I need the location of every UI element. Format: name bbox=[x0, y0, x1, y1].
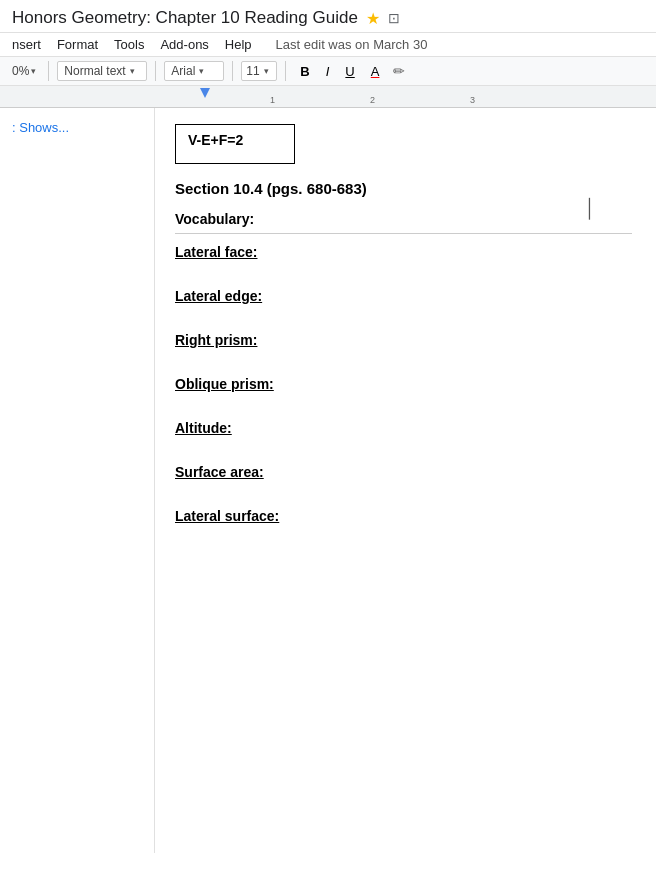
font-chevron-icon: ▾ bbox=[199, 66, 204, 76]
vocab-item-2: Right prism: bbox=[175, 332, 632, 348]
font-value: Arial bbox=[171, 64, 195, 78]
title-bar: Honors Geometry: Chapter 10 Reading Guid… bbox=[0, 0, 656, 33]
italic-button[interactable]: I bbox=[320, 62, 336, 81]
formula-text: V-E+F=2 bbox=[188, 132, 243, 148]
folder-icon[interactable]: ⊡ bbox=[388, 10, 400, 26]
section-header: Section 10.4 (pgs. 680-683) bbox=[175, 180, 632, 197]
document-title: Honors Geometry: Chapter 10 Reading Guid… bbox=[12, 8, 358, 28]
menu-item-format[interactable]: Format bbox=[57, 37, 98, 52]
doc-area: : Shows... V-E+F=2 Section 10.4 (pgs. 68… bbox=[0, 108, 656, 853]
section-divider bbox=[175, 233, 632, 234]
zoom-value: 0% bbox=[12, 64, 29, 78]
size-select[interactable]: 11 ▾ bbox=[241, 61, 277, 81]
sidebar-shows-link[interactable]: : Shows... bbox=[0, 116, 154, 139]
separator-4 bbox=[285, 61, 286, 81]
ruler-tick-1: 1 bbox=[270, 95, 275, 105]
ruler-marker[interactable] bbox=[200, 88, 210, 98]
vocab-item-0: Lateral face: bbox=[175, 244, 632, 260]
underline-button[interactable]: U bbox=[339, 62, 360, 81]
vocab-label: Vocabulary: bbox=[175, 211, 632, 227]
style-select[interactable]: Normal text ▾ bbox=[57, 61, 147, 81]
separator-1 bbox=[48, 61, 49, 81]
font-select[interactable]: Arial ▾ bbox=[164, 61, 224, 81]
toolbar: 0% ▾ Normal text ▾ Arial ▾ 11 ▾ B I U A … bbox=[0, 57, 656, 86]
separator-3 bbox=[232, 61, 233, 81]
last-edit-label: Last edit was on March 30 bbox=[276, 37, 428, 52]
bold-button[interactable]: B bbox=[294, 62, 315, 81]
sidebar: : Shows... bbox=[0, 108, 155, 853]
vocab-item-5: Surface area: bbox=[175, 464, 632, 480]
menu-item-addons[interactable]: Add-ons bbox=[160, 37, 208, 52]
separator-2 bbox=[155, 61, 156, 81]
ruler: 1 2 3 bbox=[0, 86, 656, 108]
ruler-tick-3: 3 bbox=[470, 95, 475, 105]
style-chevron-icon: ▾ bbox=[130, 66, 135, 76]
vocab-item-4: Altitude: bbox=[175, 420, 632, 436]
star-icon[interactable]: ★ bbox=[366, 9, 380, 28]
vocab-item-3: Oblique prism: bbox=[175, 376, 632, 392]
menu-item-help[interactable]: Help bbox=[225, 37, 252, 52]
formula-box: V-E+F=2 bbox=[175, 124, 295, 164]
menu-item-insert[interactable]: nsert bbox=[12, 37, 41, 52]
zoom-select[interactable]: 0% ▾ bbox=[8, 62, 40, 80]
style-value: Normal text bbox=[64, 64, 125, 78]
size-value: 11 bbox=[246, 64, 259, 78]
paint-format-button[interactable]: ✏ bbox=[389, 61, 409, 81]
menu-bar: nsert Format Tools Add-ons Help Last edi… bbox=[0, 33, 656, 57]
vocab-item-1: Lateral edge: bbox=[175, 288, 632, 304]
ruler-tick-2: 2 bbox=[370, 95, 375, 105]
doc-content[interactable]: V-E+F=2 Section 10.4 (pgs. 680-683) Voca… bbox=[155, 108, 656, 853]
ruler-content: 1 2 3 bbox=[155, 86, 656, 107]
font-color-button[interactable]: A bbox=[365, 62, 386, 81]
vocab-item-6: Lateral surface: bbox=[175, 508, 632, 524]
text-cursor-icon: │ bbox=[585, 198, 596, 219]
menu-item-tools[interactable]: Tools bbox=[114, 37, 144, 52]
zoom-group: 0% ▾ bbox=[8, 62, 40, 80]
size-chevron-icon: ▾ bbox=[264, 66, 269, 76]
zoom-chevron-icon: ▾ bbox=[31, 66, 36, 76]
